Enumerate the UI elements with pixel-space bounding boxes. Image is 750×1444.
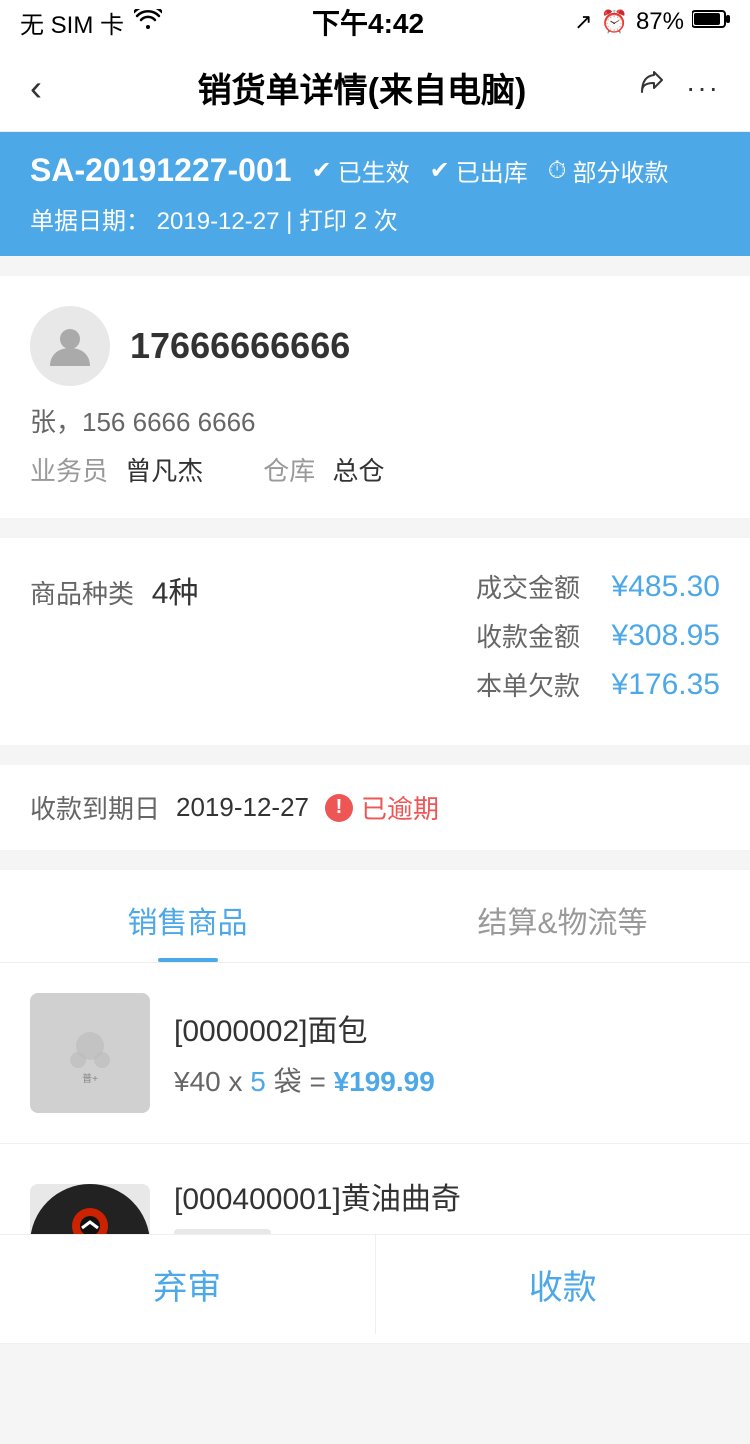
more-icon[interactable]: ··· (686, 72, 720, 104)
abandon-review-button[interactable]: 弃审 (0, 1235, 376, 1334)
stats-left: 商品种类 4种 (30, 568, 375, 612)
carrier-label: 无 SIM 卡 (20, 5, 124, 40)
order-date-row: 单据日期： 2019-12-27 | 打印 2 次 (30, 201, 720, 236)
overdue-badge: ! 已逾期 (325, 789, 439, 826)
page-title: 销货单详情(来自电脑) (90, 63, 634, 112)
check-icon-2: ✔ (430, 156, 450, 185)
status-bar: 无 SIM 卡 下午4:42 ↗ ⏰ 87% (0, 0, 750, 44)
svg-text:普+: 普+ (82, 1072, 98, 1085)
status-shipped: ✔ 已出库 (430, 153, 528, 188)
check-icon-1: ✔ (312, 156, 332, 185)
nav-bar: ‹ 销货单详情(来自电脑) ··· (0, 44, 750, 132)
share-icon[interactable] (634, 68, 666, 107)
deal-amount-row: 成交金额 ¥485.30 (375, 568, 720, 605)
product-info-1: [0000002]面包 ¥40 x 5 袋 = ¥199.99 (174, 1006, 720, 1100)
status-effective: ✔ 已生效 (312, 153, 410, 188)
order-header-top: SA-20191227-001 ✔ 已生效 ✔ 已出库 ⏱ 部分收款 (30, 152, 720, 189)
tabs-header: 销售商品 结算&物流等 (0, 870, 750, 963)
overdue-icon: ! (325, 794, 353, 822)
debt-amount-row: 本单欠款 ¥176.35 (375, 666, 720, 703)
clock-icon: ⏱ (548, 157, 567, 185)
product-thumbnail-1: 普+ (30, 993, 150, 1113)
product-name-1: [0000002]面包 (174, 1006, 720, 1050)
status-bar-left: 无 SIM 卡 (20, 5, 162, 40)
status-partial-paid: ⏱ 部分收款 (548, 153, 669, 188)
warehouse: 仓库 总仓 (263, 451, 384, 488)
battery-label: 87% (636, 8, 684, 36)
product-price-1: ¥40 x 5 袋 = ¥199.99 (174, 1060, 720, 1100)
due-date-section: 收款到期日 2019-12-27 ! 已逾期 (0, 765, 750, 850)
collect-payment-button[interactable]: 收款 (376, 1235, 750, 1334)
product-item: 普+ [0000002]面包 ¥40 x 5 袋 = ¥199.99 (0, 963, 750, 1144)
nav-right-actions: ··· (634, 68, 720, 107)
sales-person: 业务员 曾凡杰 (30, 451, 203, 488)
order-header-band: SA-20191227-001 ✔ 已生效 ✔ 已出库 ⏱ 部分收款 单据日期：… (0, 132, 750, 256)
alarm-icon: ⏰ (601, 9, 628, 35)
stats-right: 成交金额 ¥485.30 收款金额 ¥308.95 本单欠款 ¥176.35 (375, 568, 720, 715)
overdue-text: 已逾期 (361, 789, 439, 826)
wifi-icon (134, 8, 162, 36)
battery-icon (692, 8, 730, 36)
customer-row: 17666666666 (30, 306, 720, 386)
customer-phone: 17666666666 (130, 325, 350, 367)
received-amount-row: 收款金额 ¥308.95 (375, 617, 720, 654)
status-bar-right: ↗ ⏰ 87% (574, 8, 730, 36)
tab-sales-goods[interactable]: 销售商品 (0, 870, 375, 962)
customer-meta-row: 业务员 曾凡杰 仓库 总仓 (30, 451, 720, 488)
status-bar-time: 下午4:42 (312, 2, 424, 42)
location-icon: ↗ (574, 9, 592, 35)
product-name-2: [000400001]黄油曲奇 (174, 1174, 720, 1218)
bottom-bar: 弃审 收款 (0, 1234, 750, 1334)
stats-section: 商品种类 4种 成交金额 ¥485.30 收款金额 ¥308.95 本单欠款 ¥… (0, 538, 750, 745)
customer-name-phone: 张，156 6666 6666 (30, 402, 720, 439)
tab-settlement[interactable]: 结算&物流等 (375, 870, 750, 962)
back-button[interactable]: ‹ (30, 67, 90, 109)
order-id: SA-20191227-001 (30, 152, 292, 189)
customer-section: 17666666666 张，156 6666 6666 业务员 曾凡杰 仓库 总… (0, 276, 750, 518)
avatar (30, 306, 110, 386)
